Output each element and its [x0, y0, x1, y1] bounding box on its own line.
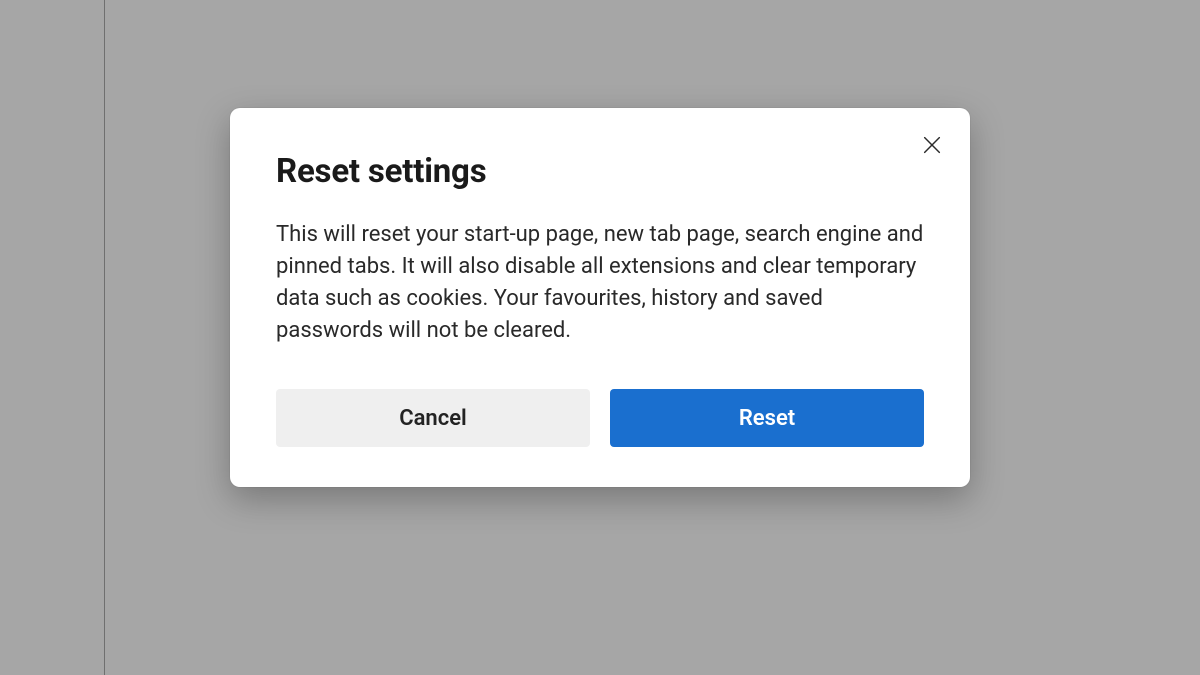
reset-button[interactable]: Reset: [610, 389, 924, 447]
close-icon: [921, 134, 943, 159]
dialog-body: This will reset your start-up page, new …: [276, 219, 924, 347]
close-button[interactable]: [916, 130, 948, 162]
dialog-actions: Cancel Reset: [276, 389, 924, 447]
modal-overlay: Reset settings This will reset your star…: [0, 0, 1200, 675]
reset-settings-dialog: Reset settings This will reset your star…: [230, 108, 970, 487]
cancel-button[interactable]: Cancel: [276, 389, 590, 447]
dialog-title: Reset settings: [276, 152, 924, 191]
